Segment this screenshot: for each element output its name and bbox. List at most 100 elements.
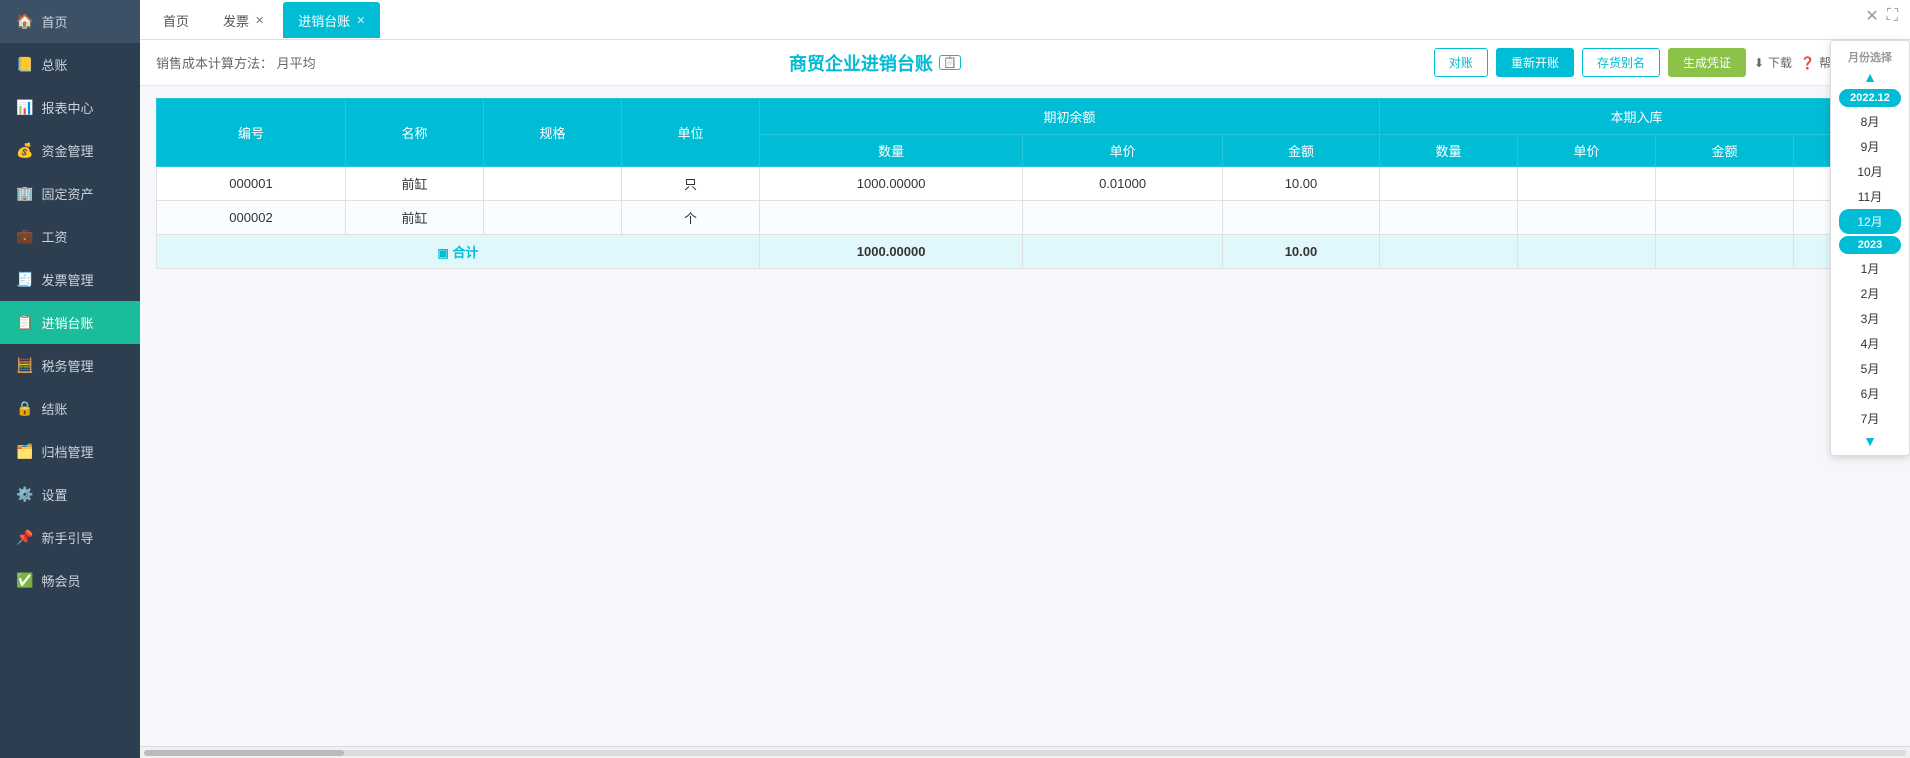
tab-purchase-ledger-close[interactable]: ✕ [356, 14, 365, 27]
scrollbar-thumb[interactable] [144, 750, 344, 756]
month-3[interactable]: 3月 [1831, 306, 1909, 331]
sidebar-item-label: 畅会员 [41, 571, 80, 590]
sidebar-item-label: 进销台账 [41, 313, 93, 332]
sidebar-item-invoice-mgmt[interactable]: 🧾 发票管理 [0, 258, 140, 301]
tab-invoice-label: 发票 [223, 11, 249, 30]
guide-icon: 📌 [16, 529, 33, 546]
total-qty-in [1380, 235, 1518, 269]
window-controls: ✕ ⛶ [1865, 6, 1898, 26]
generate-voucher-button[interactable]: 生成凭证 [1668, 48, 1746, 77]
sidebar-item-member[interactable]: ✅ 畅会员 [0, 559, 140, 602]
month-5[interactable]: 5月 [1831, 356, 1909, 381]
cost-method: 销售成本计算方法： 月平均 [156, 53, 316, 72]
tab-purchase-ledger[interactable]: 进销台账 ✕ [283, 2, 380, 38]
col-sub-qty-init: 数量 [760, 135, 1023, 167]
month-nav-up[interactable]: ▲ [1831, 67, 1909, 87]
cost-method-label: 销售成本计算方法： [156, 56, 273, 71]
main-table: 编号 名称 规格 单位 期初余额 本期入库 数量 单价 金额 数量 单价 金额 [156, 98, 1894, 269]
closing-icon: 🔒 [16, 400, 33, 417]
tab-invoice-close[interactable]: ✕ [255, 14, 264, 27]
sidebar-item-label: 税务管理 [41, 356, 93, 375]
col-sub-amt-init: 金额 [1222, 135, 1379, 167]
month-nav-down[interactable]: ▼ [1831, 431, 1909, 451]
month-7[interactable]: 7月 [1831, 406, 1909, 431]
total-price-in [1518, 235, 1656, 269]
total-amt-in [1656, 235, 1794, 269]
col-header-opening: 期初余额 [760, 99, 1380, 135]
table-wrapper: 编号 名称 规格 单位 期初余额 本期入库 数量 单价 金额 数量 单价 金额 [140, 86, 1910, 746]
tax-icon: 🧮 [16, 357, 33, 374]
sidebar-item-label: 设置 [41, 485, 67, 504]
month-12[interactable]: 12月 [1839, 209, 1901, 234]
download-button[interactable]: ⬇ 下载 [1754, 54, 1792, 71]
total-qty-init: 1000.00000 [760, 235, 1023, 269]
save-alias-button[interactable]: 存货别名 [1582, 48, 1660, 77]
content-area: 销售成本计算方法： 月平均 商贸企业进销台账 📋 对账 重新开账 存货别名 生成… [140, 40, 1910, 758]
year-2022-label: 2022.12 [1839, 89, 1901, 107]
month-8[interactable]: 8月 [1831, 109, 1909, 134]
maximize-window-button[interactable]: ⛶ [1887, 7, 1898, 25]
cell-price-in [1518, 167, 1656, 201]
cell-amt-init [1222, 201, 1379, 235]
sidebar-item-salary[interactable]: 💼 工资 [0, 215, 140, 258]
reports-icon: 📊 [16, 99, 33, 116]
help-icon: ❓ [1800, 56, 1815, 70]
cell-spec [484, 201, 622, 235]
tab-bar: 首页 发票 ✕ 进销台账 ✕ [140, 0, 1910, 40]
sidebar-item-guide[interactable]: 📌 新手引导 [0, 516, 140, 559]
sidebar-item-home[interactable]: 🏠 首页 [0, 0, 140, 43]
cell-qty-init: 1000.00000 [760, 167, 1023, 201]
month-2[interactable]: 2月 [1831, 281, 1909, 306]
sidebar-item-label: 工资 [41, 227, 67, 246]
cell-qty-in [1380, 167, 1518, 201]
month-10[interactable]: 10月 [1831, 159, 1909, 184]
reopen-button[interactable]: 重新开账 [1496, 48, 1574, 77]
cell-price-init [1023, 201, 1223, 235]
col-header-inbound: 本期入库 [1380, 99, 1894, 135]
sidebar-item-label: 固定资产 [41, 184, 93, 203]
month-1[interactable]: 1月 [1831, 256, 1909, 281]
sidebar-item-assets[interactable]: 🏢 固定资产 [0, 172, 140, 215]
total-amt-init: 10.00 [1222, 235, 1379, 269]
sidebar-item-settings[interactable]: ⚙️ 设置 [0, 473, 140, 516]
home-icon: 🏠 [16, 13, 33, 30]
sidebar-item-archive[interactable]: 🗂️ 归档管理 [0, 430, 140, 473]
sidebar-item-label: 新手引导 [41, 528, 93, 547]
cell-qty-in [1380, 201, 1518, 235]
month-6[interactable]: 6月 [1831, 381, 1909, 406]
horizontal-scrollbar[interactable] [140, 746, 1910, 758]
sidebar: 🏠 首页 📒 总账 📊 报表中心 💰 资金管理 🏢 固定资产 💼 工资 🧾 发票… [0, 0, 140, 758]
invoice-mgmt-icon: 🧾 [16, 271, 33, 288]
sidebar-item-funds[interactable]: 💰 资金管理 [0, 129, 140, 172]
sidebar-item-tax[interactable]: 🧮 税务管理 [0, 344, 140, 387]
total-row: ▣ 合计 1000.00000 10.00 [157, 235, 1894, 269]
page-title: 商贸企业进销台账 [789, 50, 933, 76]
main-area: 首页 发票 ✕ 进销台账 ✕ 销售成本计算方法： 月平均 商贸企业进销台账 📋 … [140, 0, 1910, 758]
sidebar-item-label: 总账 [41, 55, 67, 74]
sidebar-item-purchase-ledger[interactable]: 📋 进销台账 [0, 301, 140, 344]
month-9[interactable]: 9月 [1831, 134, 1909, 159]
download-label: 下载 [1768, 54, 1792, 71]
sidebar-item-label: 结账 [41, 399, 67, 418]
funds-icon: 💰 [16, 142, 33, 159]
reconcile-button[interactable]: 对账 [1434, 48, 1488, 77]
close-window-button[interactable]: ✕ [1865, 6, 1878, 26]
sidebar-item-reports[interactable]: 📊 报表中心 [0, 86, 140, 129]
sidebar-item-closing[interactable]: 🔒 结账 [0, 387, 140, 430]
month-4[interactable]: 4月 [1831, 331, 1909, 356]
cost-method-value: 月平均 [277, 56, 316, 71]
toolbar: 对账 重新开账 存货别名 生成凭证 ⬇ 下载 ❓ 帮助 🔄 刷新 [1434, 48, 1894, 77]
sidebar-item-ledger[interactable]: 📒 总账 [0, 43, 140, 86]
settings-icon: ⚙️ [16, 486, 33, 503]
scrollbar-track [144, 750, 1906, 756]
cell-unit: 只 [622, 167, 760, 201]
cell-amt-in [1656, 201, 1794, 235]
archive-icon: 🗂️ [16, 443, 33, 460]
col-header-name: 名称 [346, 99, 484, 167]
month-11[interactable]: 11月 [1831, 184, 1909, 209]
table-row: 000001 前缸 只 1000.00000 0.01000 10.00 [157, 167, 1894, 201]
tab-invoice[interactable]: 发票 ✕ [208, 2, 279, 38]
cell-name: 前缸 [346, 201, 484, 235]
download-icon: ⬇ [1754, 56, 1764, 70]
tab-home[interactable]: 首页 [148, 2, 204, 38]
